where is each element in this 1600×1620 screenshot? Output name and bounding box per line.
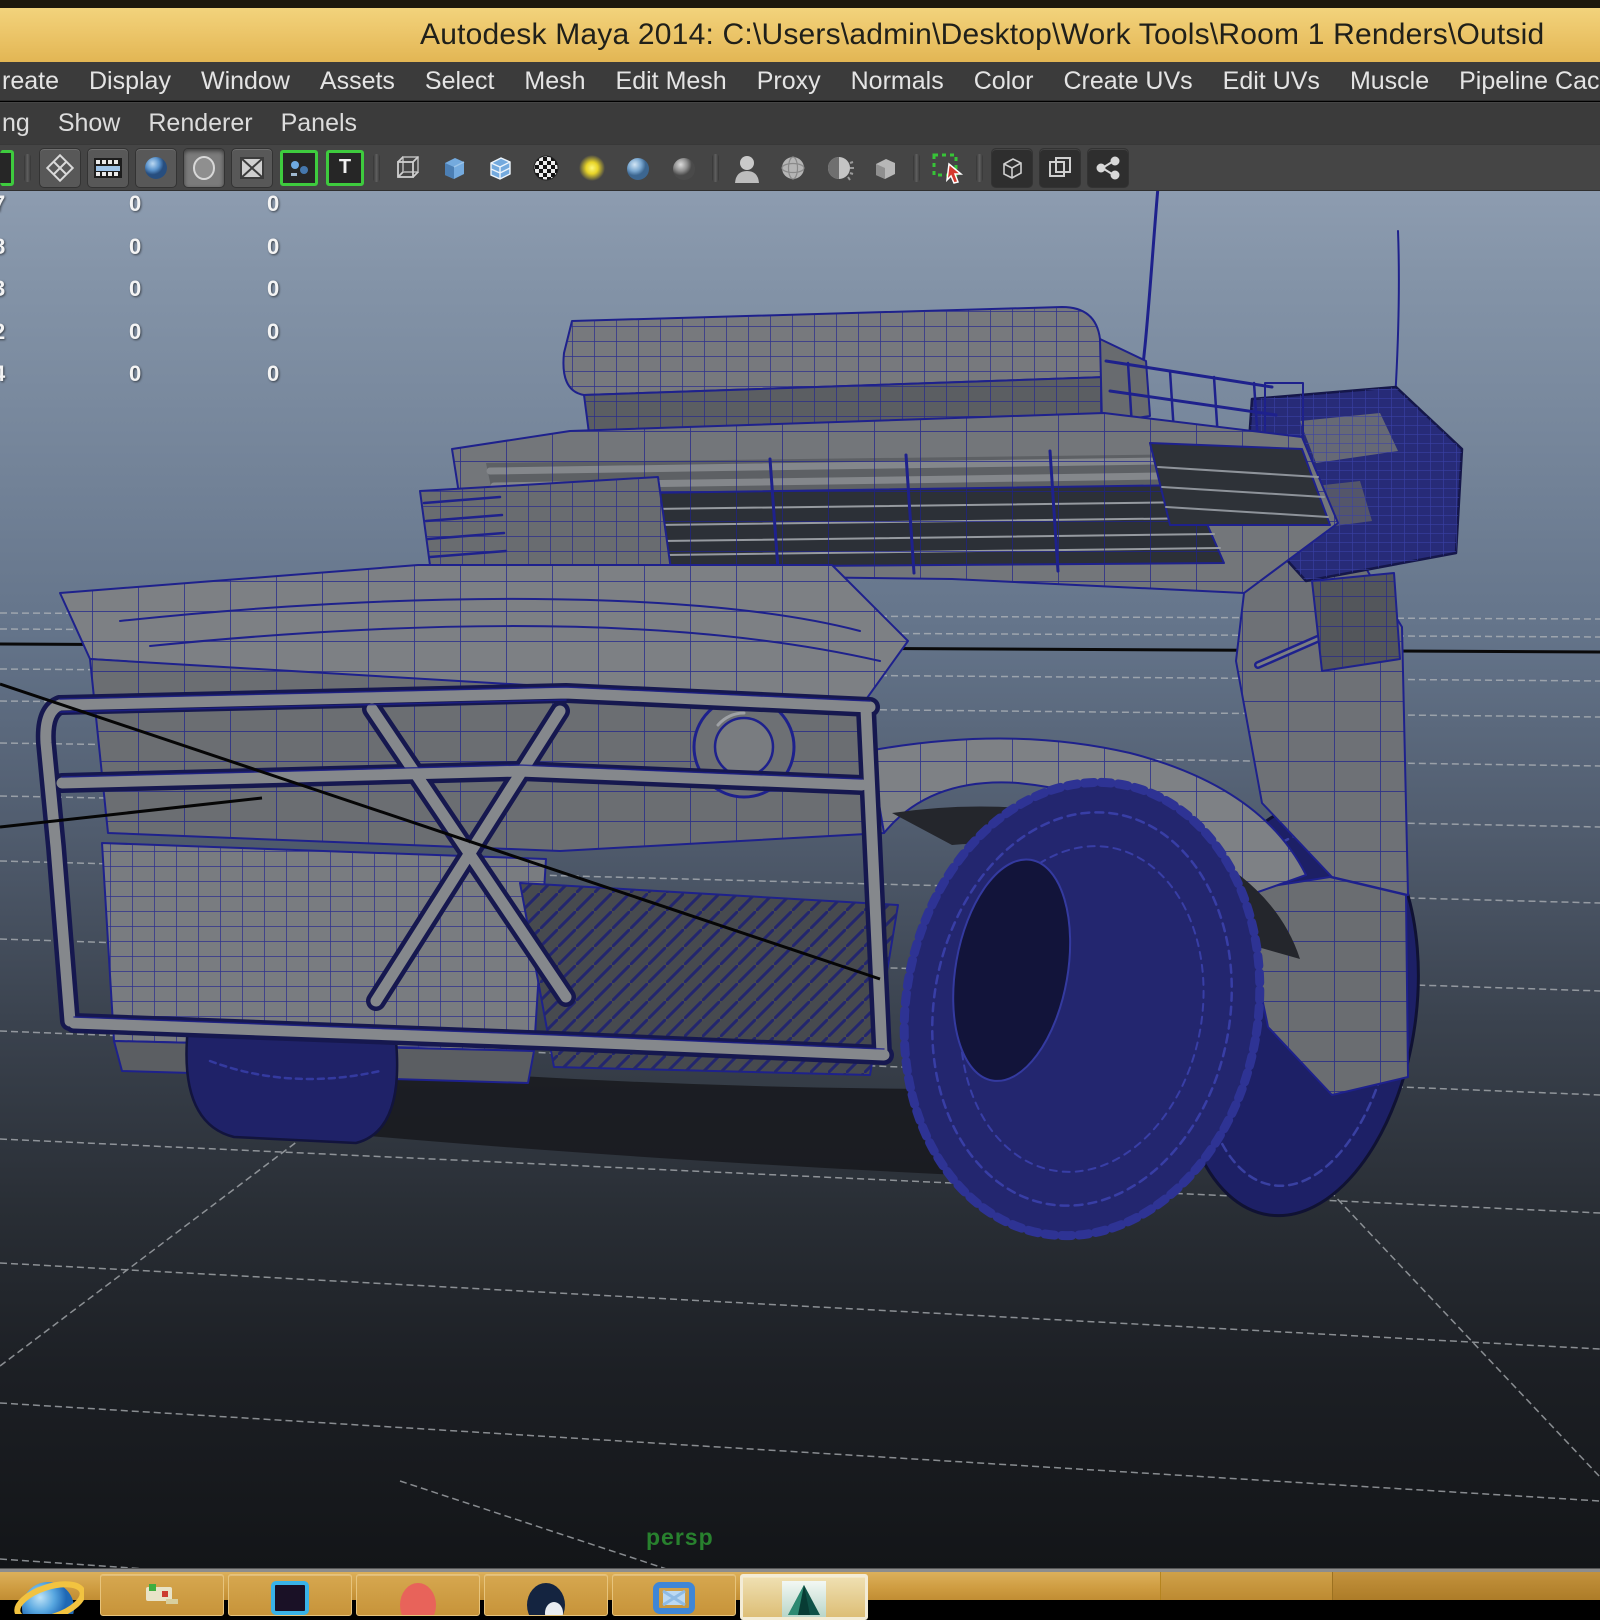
hud-row: 400 <box>0 361 280 386</box>
viewport-toolbar: T <box>0 144 1600 191</box>
camera-name-label: persp <box>646 1524 714 1550</box>
wireframe-vehicle-model <box>35 191 1464 1241</box>
hypergraph-nodes-icon[interactable] <box>1087 147 1129 188</box>
overlap-squares-icon[interactable] <box>1039 147 1081 188</box>
menu-assets[interactable]: Assets <box>320 67 395 96</box>
toolbar-separator[interactable] <box>712 153 719 182</box>
menu-window[interactable]: Window <box>201 67 290 96</box>
taskbar-tile-blue-gem[interactable] <box>612 1574 736 1616</box>
taskbar-tile-dark-logo[interactable] <box>484 1574 608 1616</box>
menu-select[interactable]: Select <box>425 67 494 96</box>
wireframe-cube-icon[interactable] <box>388 149 428 187</box>
taskbar-tile-terminal[interactable] <box>228 1574 352 1616</box>
shaded-cube-icon[interactable] <box>434 149 474 187</box>
window-top-border <box>0 0 1600 8</box>
menu-display[interactable]: Display <box>89 67 171 96</box>
panel-menu-show[interactable]: Show <box>58 109 121 138</box>
half-shade-gear-icon[interactable] <box>819 149 859 187</box>
filmstrip-icon[interactable] <box>87 147 129 188</box>
viewport-scene <box>0 191 1600 1568</box>
blue-material-sphere-icon[interactable] <box>618 149 658 187</box>
gray-material-sphere-icon[interactable] <box>664 149 704 187</box>
windows-taskbar[interactable] <box>0 1572 1600 1620</box>
taskbar-tray-zone-2[interactable] <box>1332 1572 1600 1600</box>
shaded-wireframe-cube-icon[interactable] <box>480 149 520 187</box>
panel-menu-renderer[interactable]: Renderer <box>148 109 252 138</box>
selection-marquee-icon[interactable] <box>928 149 968 187</box>
menu-edit-uvs[interactable]: Edit UVs <box>1223 67 1320 96</box>
menu-color[interactable]: Color <box>974 67 1034 96</box>
internet-explorer-icon[interactable] <box>12 1574 84 1614</box>
window-title: Autodesk Maya 2014: C:\Users\admin\Deskt… <box>420 18 1545 51</box>
side-window <box>1149 442 1331 526</box>
hud-row: 200 <box>0 319 280 344</box>
hud-row: 700 <box>0 191 280 216</box>
title-bar[interactable]: Autodesk Maya 2014: C:\Users\admin\Deskt… <box>0 8 1600 63</box>
sphere-grid-icon[interactable] <box>773 149 813 187</box>
multilister-dots-icon[interactable] <box>279 149 319 187</box>
x-ray-icon[interactable] <box>231 147 273 188</box>
menu-normals[interactable]: Normals <box>851 67 944 96</box>
menu-create-uvs[interactable]: Create UVs <box>1063 67 1192 96</box>
clipped-green-icon[interactable] <box>0 149 16 187</box>
character-icon[interactable] <box>727 149 767 187</box>
texture-t-icon[interactable]: T <box>325 149 365 187</box>
soft-cube-icon[interactable] <box>865 149 905 187</box>
wire-cube-dark-icon[interactable] <box>991 147 1033 188</box>
toolbar-separator[interactable] <box>913 153 920 182</box>
menu-mesh[interactable]: Mesh <box>524 67 585 96</box>
taskbar-tile-red-logo[interactable] <box>356 1574 480 1616</box>
menu-muscle[interactable]: Muscle <box>1350 67 1429 96</box>
menu-edit-mesh[interactable]: Edit Mesh <box>616 67 727 96</box>
circle-mask-icon[interactable] <box>183 147 225 188</box>
hud-row: 300 <box>0 276 280 301</box>
main-menu-bar: reate Display Window Assets Select Mesh … <box>0 62 1600 101</box>
toolbar-separator[interactable] <box>976 153 983 182</box>
panel-menu-panels[interactable]: Panels <box>281 109 357 138</box>
hud-row: 800 <box>0 234 280 259</box>
taskbar-tile-app-1[interactable] <box>100 1574 224 1616</box>
panel-menu-bar: ng Show Renderer Panels <box>0 102 1600 144</box>
panel-menu-shading[interactable]: ng <box>2 109 30 138</box>
front-left-wheel <box>185 1025 399 1145</box>
menu-create[interactable]: reate <box>2 67 59 96</box>
isolate-select-icon[interactable] <box>39 147 81 188</box>
default-light-icon[interactable] <box>572 149 612 187</box>
toolbar-separator[interactable] <box>24 153 31 182</box>
menu-pipeline-cache[interactable]: Pipeline Cache <box>1459 67 1600 96</box>
taskbar-tile-maya-active[interactable] <box>740 1574 868 1620</box>
menu-proxy[interactable]: Proxy <box>757 67 821 96</box>
shaded-sphere-icon[interactable] <box>135 147 177 188</box>
perspective-viewport[interactable]: 700 800 300 200 400 persp <box>0 191 1600 1568</box>
textured-sphere-icon[interactable] <box>526 149 566 187</box>
taskbar-tray-zone[interactable] <box>1160 1572 1333 1600</box>
toolbar-separator[interactable] <box>373 153 380 182</box>
